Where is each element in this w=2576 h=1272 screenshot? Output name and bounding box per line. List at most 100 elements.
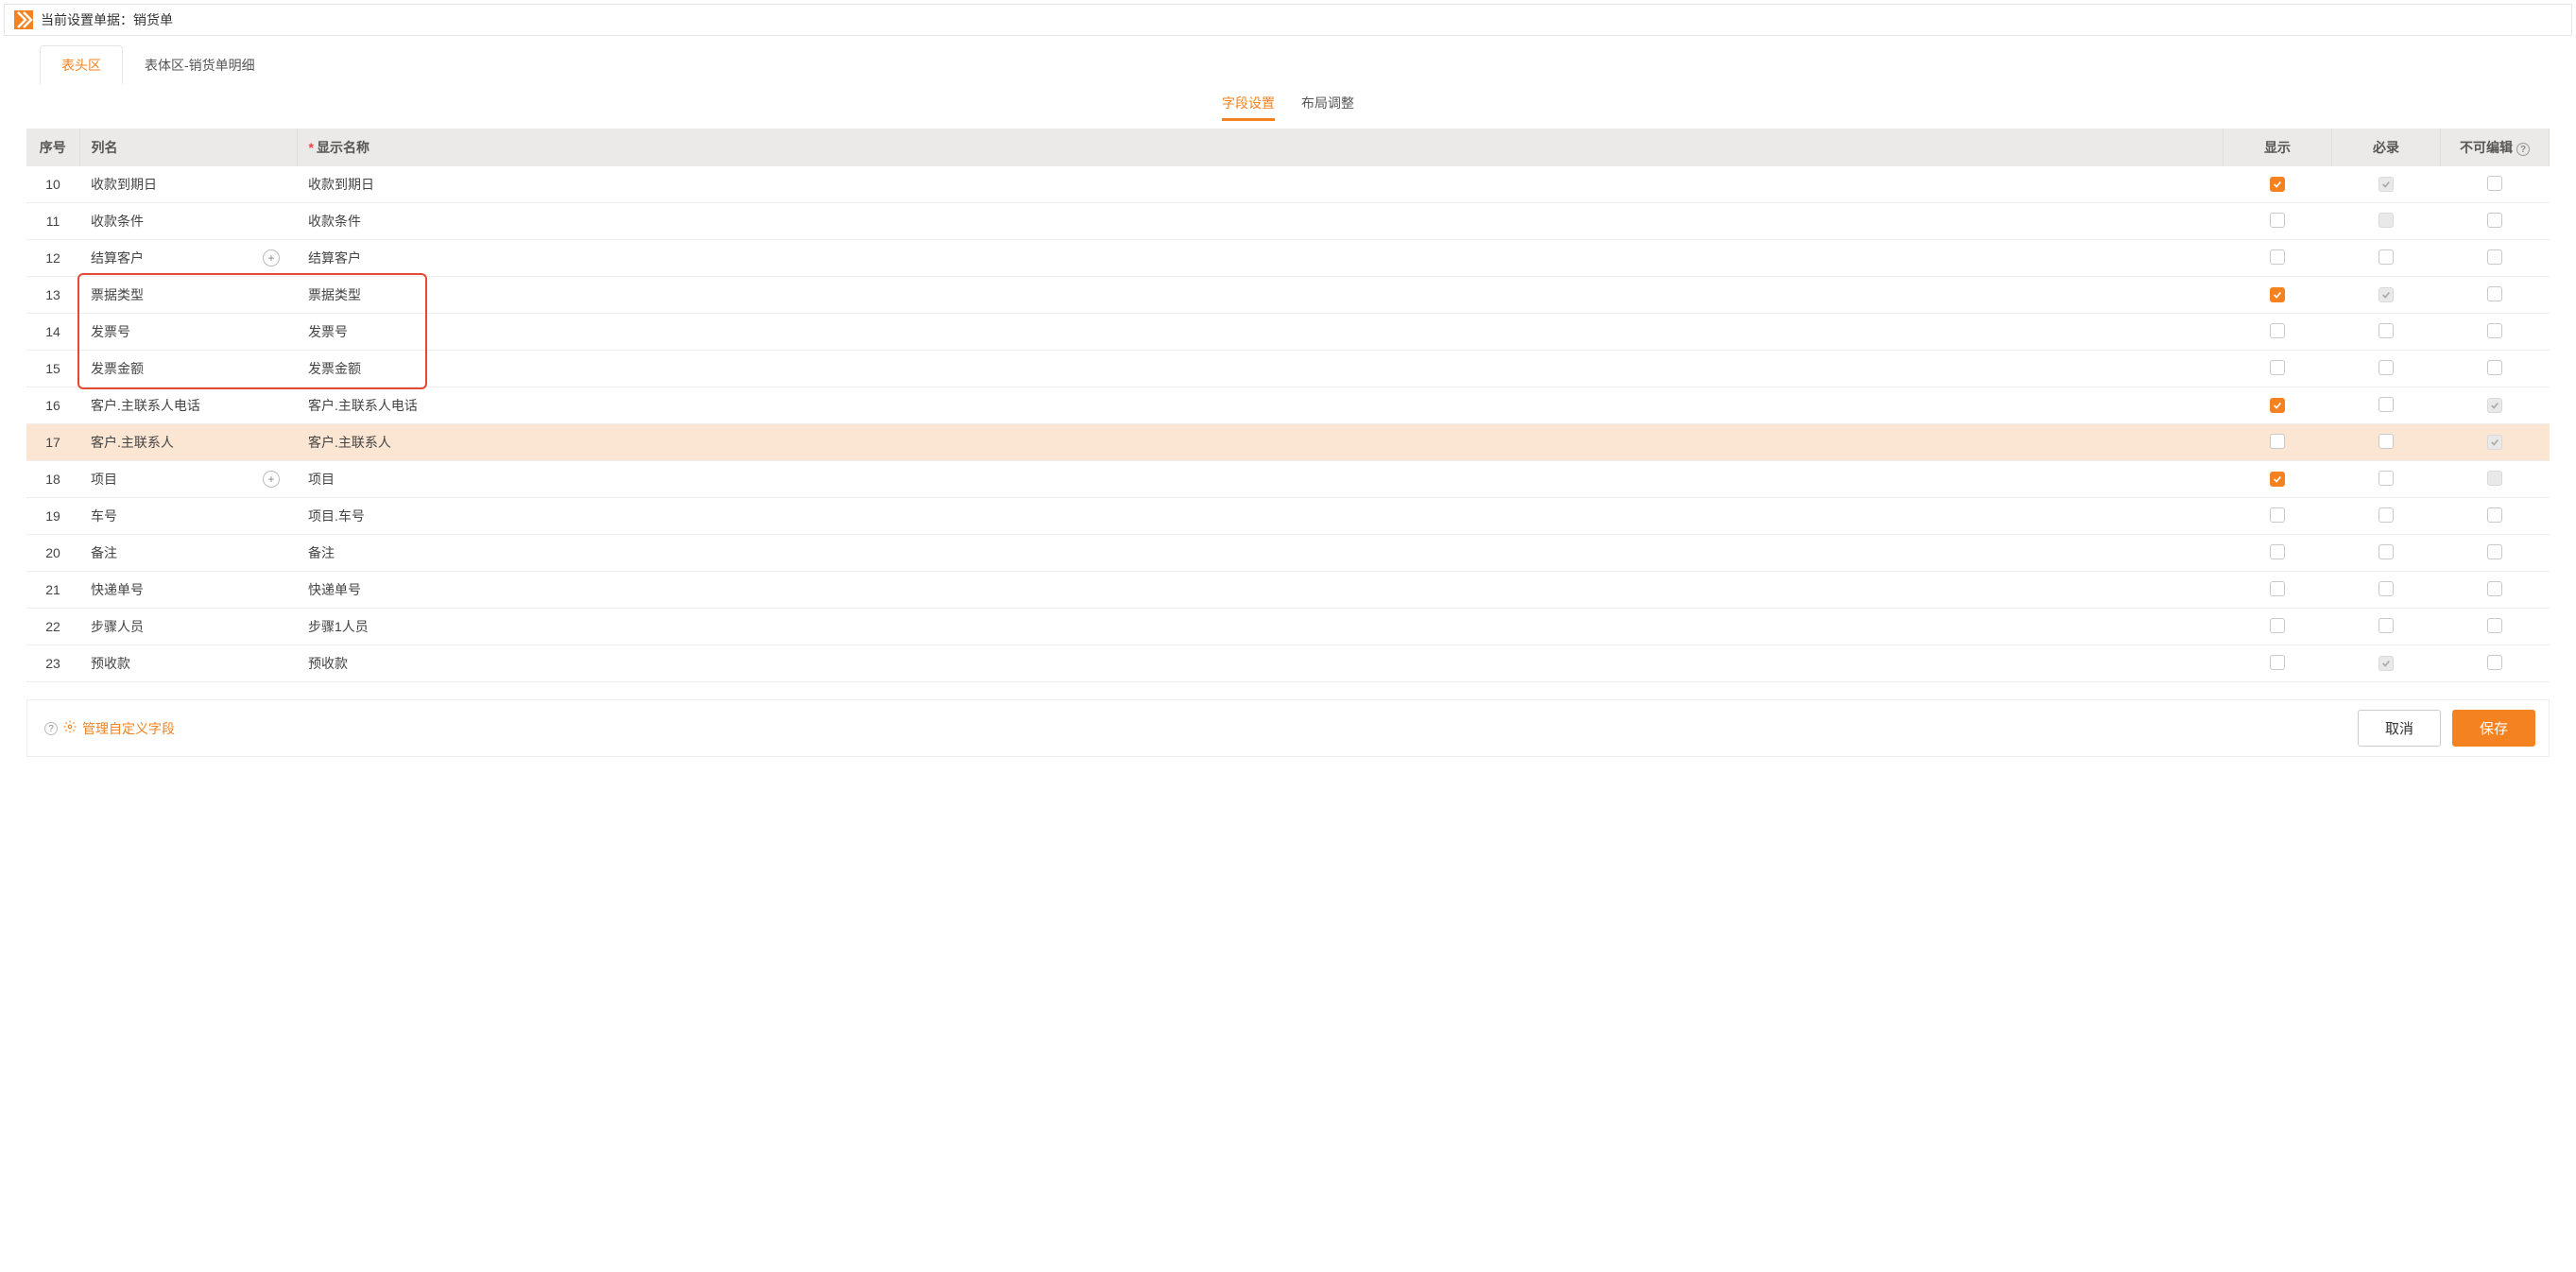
required-checkbox[interactable] <box>2379 507 2394 523</box>
cell-colname: 步骤人员 <box>79 609 297 645</box>
readonly-checkbox[interactable] <box>2487 360 2502 375</box>
table-row: 21快递单号快递单号 <box>26 572 2550 609</box>
required-checkbox <box>2379 177 2394 192</box>
show-checkbox[interactable] <box>2270 472 2285 487</box>
sub-tab-field-settings[interactable]: 字段设置 <box>1222 94 1275 121</box>
show-checkbox[interactable] <box>2270 655 2285 670</box>
cell-display[interactable]: 结算客户 <box>297 240 2224 277</box>
cell-display[interactable]: 项目 <box>297 461 2224 498</box>
sub-tab-layout[interactable]: 布局调整 <box>1301 94 1354 121</box>
show-checkbox[interactable] <box>2270 618 2285 633</box>
cell-index: 22 <box>26 609 79 645</box>
cell-display[interactable]: 发票号 <box>297 314 2224 351</box>
readonly-checkbox[interactable] <box>2487 323 2502 338</box>
cell-colname: 客户.主联系人电话 <box>79 387 297 424</box>
cell-required <box>2332 203 2441 240</box>
cell-show <box>2224 387 2332 424</box>
cell-show <box>2224 572 2332 609</box>
readonly-checkbox[interactable] <box>2487 655 2502 670</box>
cell-display[interactable]: 项目.车号 <box>297 498 2224 535</box>
required-checkbox[interactable] <box>2379 397 2394 412</box>
cell-required <box>2332 535 2441 572</box>
readonly-checkbox[interactable] <box>2487 618 2502 633</box>
show-checkbox[interactable] <box>2270 544 2285 559</box>
show-checkbox[interactable] <box>2270 323 2285 338</box>
show-checkbox[interactable] <box>2270 177 2285 192</box>
tab-body-area[interactable]: 表体区-销货单明细 <box>123 45 277 84</box>
manage-custom-fields-link[interactable]: 管理自定义字段 <box>82 719 175 738</box>
cell-index: 13 <box>26 277 79 314</box>
required-checkbox[interactable] <box>2379 434 2394 449</box>
show-checkbox[interactable] <box>2270 507 2285 523</box>
gear-icon[interactable] <box>63 720 77 736</box>
readonly-checkbox[interactable] <box>2487 507 2502 523</box>
required-checkbox[interactable] <box>2379 323 2394 338</box>
collapse-toggle[interactable] <box>14 10 33 29</box>
readonly-checkbox[interactable] <box>2487 286 2502 301</box>
table-row: 19车号项目.车号 <box>26 498 2550 535</box>
readonly-checkbox <box>2487 435 2502 450</box>
readonly-checkbox <box>2487 398 2502 413</box>
topbar-label-prefix: 当前设置单据： <box>41 10 133 29</box>
required-checkbox[interactable] <box>2379 581 2394 596</box>
expand-button[interactable]: + <box>263 249 280 266</box>
required-checkbox[interactable] <box>2379 544 2394 559</box>
cell-index: 18 <box>26 461 79 498</box>
readonly-checkbox[interactable] <box>2487 249 2502 265</box>
cell-index: 17 <box>26 424 79 461</box>
cell-colname: 收款条件 <box>79 203 297 240</box>
show-checkbox[interactable] <box>2270 249 2285 265</box>
required-checkbox[interactable] <box>2379 360 2394 375</box>
show-checkbox[interactable] <box>2270 581 2285 596</box>
show-checkbox[interactable] <box>2270 287 2285 302</box>
help-icon[interactable]: ? <box>2516 143 2530 156</box>
tab-header-area[interactable]: 表头区 <box>40 45 123 84</box>
cell-display[interactable]: 发票金额 <box>297 351 2224 387</box>
cell-display[interactable]: 收款条件 <box>297 203 2224 240</box>
cell-display[interactable]: 备注 <box>297 535 2224 572</box>
cell-required <box>2332 387 2441 424</box>
required-checkbox[interactable] <box>2379 618 2394 633</box>
show-checkbox[interactable] <box>2270 398 2285 413</box>
cell-display[interactable]: 客户.主联系人 <box>297 424 2224 461</box>
table-row: 18项目+项目 <box>26 461 2550 498</box>
cell-index: 12 <box>26 240 79 277</box>
show-checkbox[interactable] <box>2270 360 2285 375</box>
cell-colname: 发票号 <box>79 314 297 351</box>
cell-index: 19 <box>26 498 79 535</box>
help-icon[interactable]: ? <box>44 722 58 735</box>
cell-required <box>2332 645 2441 682</box>
readonly-checkbox[interactable] <box>2487 581 2502 596</box>
readonly-checkbox[interactable] <box>2487 176 2502 191</box>
cell-required <box>2332 609 2441 645</box>
show-checkbox[interactable] <box>2270 213 2285 228</box>
th-index: 序号 <box>26 129 79 166</box>
cell-display[interactable]: 收款到期日 <box>297 166 2224 203</box>
cell-display[interactable]: 票据类型 <box>297 277 2224 314</box>
required-checkbox[interactable] <box>2379 471 2394 486</box>
show-checkbox[interactable] <box>2270 434 2285 449</box>
readonly-checkbox[interactable] <box>2487 213 2502 228</box>
topbar-label-value: 销货单 <box>133 10 173 29</box>
cell-colname: 备注 <box>79 535 297 572</box>
save-button[interactable]: 保存 <box>2452 710 2535 747</box>
expand-button[interactable]: + <box>263 471 280 488</box>
cell-readonly <box>2441 314 2550 351</box>
readonly-checkbox[interactable] <box>2487 544 2502 559</box>
table-row: 12结算客户+结算客户 <box>26 240 2550 277</box>
required-checkbox[interactable] <box>2379 249 2394 265</box>
cell-display[interactable]: 步骤1人员 <box>297 609 2224 645</box>
cell-index: 15 <box>26 351 79 387</box>
cell-display[interactable]: 客户.主联系人电话 <box>297 387 2224 424</box>
table-row: 20备注备注 <box>26 535 2550 572</box>
cell-show <box>2224 645 2332 682</box>
cell-display[interactable]: 快递单号 <box>297 572 2224 609</box>
footer: ? 管理自定义字段 取消 保存 <box>26 699 2550 757</box>
topbar: 当前设置单据： 销货单 <box>4 4 2572 36</box>
readonly-checkbox <box>2487 471 2502 486</box>
table-row: 15发票金额发票金额 <box>26 351 2550 387</box>
cancel-button[interactable]: 取消 <box>2358 710 2441 747</box>
cell-index: 10 <box>26 166 79 203</box>
cell-display[interactable]: 预收款 <box>297 645 2224 682</box>
cell-readonly <box>2441 645 2550 682</box>
